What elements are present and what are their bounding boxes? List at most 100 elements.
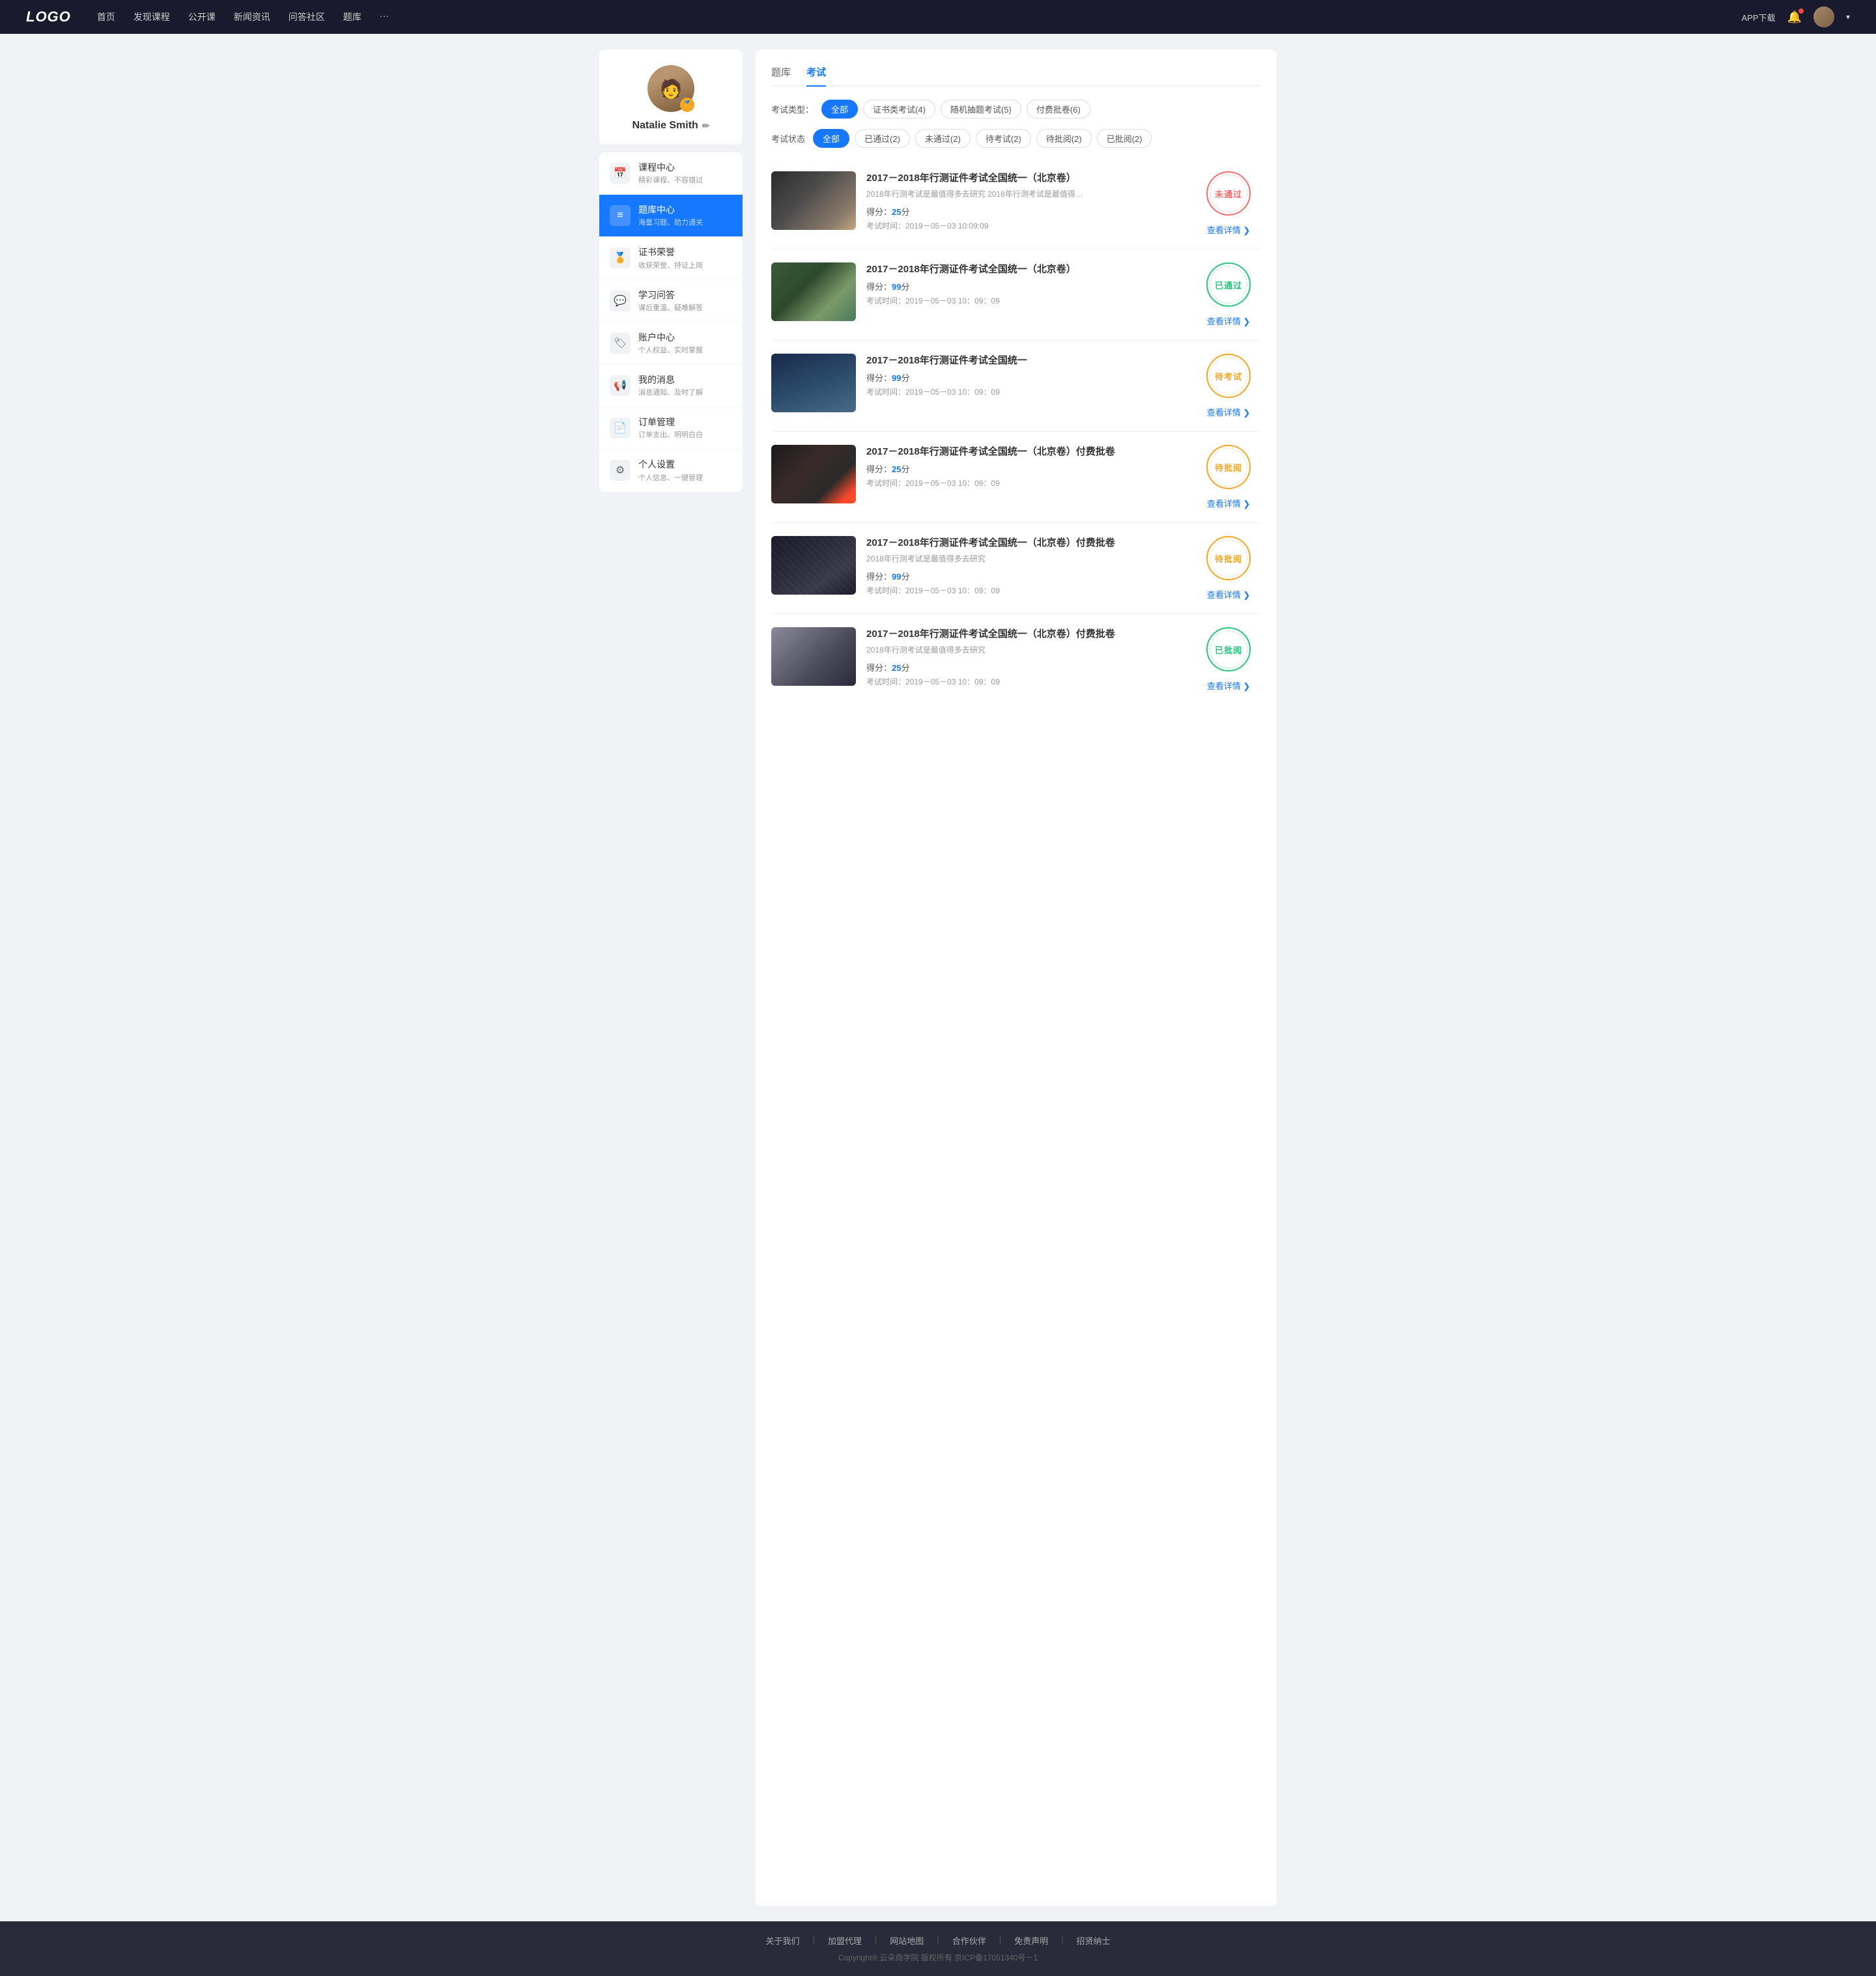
sidebar-item-settings[interactable]: ⚙ 个人设置 个人信息、一键管理 (599, 449, 743, 491)
sidebar-label-account: 账户中心 (638, 332, 732, 343)
sidebar-text-orders: 订单管理 订单支出、明明白白 (638, 416, 732, 440)
exam-right: 待批阅 查看详情 ❯ (1196, 445, 1261, 509)
exam-thumbnail (771, 536, 856, 595)
sidebar-label-question-bank: 题库中心 (638, 204, 732, 216)
profile-edit-icon[interactable]: ✏ (702, 120, 710, 132)
sidebar-text-qa: 学习问答 课后重温、疑难解答 (638, 289, 732, 313)
exam-status-stamp: 待批阅 (1206, 445, 1251, 489)
footer-separator: | (812, 1934, 814, 1947)
exam-detail-btn[interactable]: 查看详情 ❯ (1207, 315, 1251, 327)
avatar[interactable] (1813, 7, 1834, 27)
sidebar-item-orders[interactable]: 📄 订单管理 订单支出、明明白白 (599, 407, 743, 449)
sidebar-label-qa: 学习问答 (638, 289, 732, 301)
footer-link[interactable]: 加盟代理 (828, 1934, 862, 1947)
sidebar-icon-account: 🏷 (610, 333, 631, 354)
exam-thumbnail (771, 445, 856, 503)
main-container: 🧑 🏅 Natalie Smith ✏ 📅 课程中心 精彩课程、不容错过 ≡ 题… (586, 34, 1290, 1921)
exam-detail-btn[interactable]: 查看详情 ❯ (1207, 406, 1251, 418)
exam-thumbnail (771, 262, 856, 321)
logo[interactable]: LOGO (26, 8, 71, 25)
exam-item: 2017－2018年行测证件考试全国统一（北京卷）付费批卷 2018年行测考试是… (771, 614, 1261, 705)
exam-time: 考试时间：2019－05－03 10：09：09 (866, 676, 1186, 687)
tab-题库[interactable]: 题库 (771, 65, 791, 85)
score-value: 99 (892, 572, 901, 582)
footer-link[interactable]: 网站地图 (890, 1934, 924, 1947)
exam-time: 考试时间：2019－05－03 10：09：09 (866, 295, 1186, 306)
filter-status-tag[interactable]: 全部 (813, 129, 849, 148)
nav-link-新闻资讯[interactable]: 新闻资讯 (234, 10, 270, 23)
exam-item: 2017－2018年行测证件考试全国统一（北京卷） 得分：99分 考试时间：20… (771, 249, 1261, 341)
exam-score: 得分：25分 (866, 661, 1186, 673)
nav-link-···[interactable]: ··· (380, 10, 389, 23)
exam-title: 2017－2018年行测证件考试全国统一（北京卷）付费批卷 (866, 445, 1186, 459)
navbar: LOGO 首页 发现课程 公开课 新闻资讯 问答社区 题库 ··· APP下载 🔔 ▾ (0, 0, 1876, 34)
tab-考试[interactable]: 考试 (806, 65, 826, 85)
nav-link-问答社区[interactable]: 问答社区 (289, 10, 325, 23)
footer-separator: | (875, 1934, 877, 1947)
exam-title: 2017－2018年行测证件考试全国统一（北京卷）付费批卷 (866, 627, 1186, 641)
exam-detail-btn[interactable]: 查看详情 ❯ (1207, 223, 1251, 236)
footer-link[interactable]: 免责声明 (1014, 1934, 1048, 1947)
exam-desc: 2018年行测考试是最值得多去研究 (866, 645, 1088, 656)
sidebar-desc-settings: 个人信息、一键管理 (638, 472, 732, 483)
app-download-btn[interactable]: APP下载 (1742, 11, 1776, 23)
sidebar-item-question-bank[interactable]: ≡ 题库中心 海量习题、助力通关 (599, 195, 743, 237)
exam-title: 2017－2018年行测证件考试全国统一（北京卷） (866, 262, 1186, 276)
filter-type-tag[interactable]: 付费批卷(6) (1027, 100, 1090, 119)
filter-status-tag[interactable]: 待批阅(2) (1036, 129, 1092, 148)
content-tabs: 题库考试 (771, 65, 1261, 87)
footer-separator: | (937, 1934, 939, 1947)
nav-link-公开课[interactable]: 公开课 (188, 10, 216, 23)
exam-detail-btn[interactable]: 查看详情 ❯ (1207, 679, 1251, 692)
sidebar-text-settings: 个人设置 个人信息、一键管理 (638, 459, 732, 482)
score-value: 99 (892, 282, 901, 292)
exam-detail-btn[interactable]: 查看详情 ❯ (1207, 588, 1251, 600)
sidebar-item-messages[interactable]: 📢 我的消息 消息通知、及时了解 (599, 365, 743, 407)
nav-link-发现课程[interactable]: 发现课程 (134, 10, 170, 23)
exam-time: 考试时间：2019－05－03 10：09：09 (866, 477, 1186, 488)
filter-type-tags: 全部证书类考试(4) 随机抽题考试(5) 付费批卷(6) (821, 100, 1090, 119)
filter-status-tag[interactable]: 待考试(2) (976, 129, 1031, 148)
sidebar-icon-qa: 💬 (610, 290, 631, 311)
footer-link[interactable]: 关于我们 (765, 1934, 799, 1947)
exam-thumbnail (771, 627, 856, 686)
sidebar-desc-course-center: 精彩课程、不容错过 (638, 175, 732, 185)
footer-link[interactable]: 合作伙伴 (952, 1934, 986, 1947)
sidebar-item-course-center[interactable]: 📅 课程中心 精彩课程、不容错过 (599, 152, 743, 195)
filter-type-tag[interactable]: 证书类考试(4) (863, 100, 935, 119)
filter-status-tag[interactable]: 未通过(2) (915, 129, 971, 148)
sidebar-item-certificate[interactable]: 🏅 证书荣誉 收获荣誉、持证上岗 (599, 237, 743, 279)
sidebar-icon-course-center: 📅 (610, 163, 631, 184)
exam-status-stamp: 未通过 (1206, 171, 1251, 216)
exam-info: 2017－2018年行测证件考试全国统一（北京卷） 得分：99分 考试时间：20… (866, 262, 1186, 306)
footer-link[interactable]: 招贤纳士 (1077, 1934, 1111, 1947)
exam-right: 待批阅 查看详情 ❯ (1196, 536, 1261, 600)
sidebar-desc-qa: 课后重温、疑难解答 (638, 302, 732, 313)
nav-link-题库[interactable]: 题库 (343, 10, 362, 23)
footer-separator: | (999, 1934, 1001, 1947)
filter-status-tag[interactable]: 已批阅(2) (1097, 129, 1152, 148)
exam-score: 得分：25分 (866, 205, 1186, 218)
exam-status-stamp: 已通过 (1206, 262, 1251, 307)
filter-status-tag[interactable]: 已通过(2) (855, 129, 910, 148)
sidebar-item-qa[interactable]: 💬 学习问答 课后重温、疑难解答 (599, 280, 743, 322)
notification-dot (1798, 8, 1804, 14)
sidebar-item-account[interactable]: 🏷 账户中心 个人权益、实时掌握 (599, 322, 743, 365)
exam-title: 2017－2018年行测证件考试全国统一 (866, 354, 1186, 367)
exam-score: 得分：99分 (866, 570, 1186, 582)
profile-badge: 🏅 (680, 98, 694, 112)
footer-copyright: Copyright® 云朵商学院 版权所有 京ICP备17051340号－1 (13, 1952, 1863, 1963)
sidebar-desc-account: 个人权益、实时掌握 (638, 345, 732, 355)
nav-link-首页[interactable]: 首页 (97, 10, 115, 23)
notification-bell[interactable]: 🔔 (1787, 10, 1802, 24)
chevron-down-icon[interactable]: ▾ (1846, 12, 1850, 21)
exam-score: 得分：25分 (866, 462, 1186, 475)
filter-type-tag[interactable]: 全部 (821, 100, 858, 119)
filter-type-tag[interactable]: 随机抽题考试(5) (941, 100, 1021, 119)
exam-right: 待考试 查看详情 ❯ (1196, 354, 1261, 418)
sidebar-label-certificate: 证书荣誉 (638, 246, 732, 258)
exam-item: 2017－2018年行测证件考试全国统一（北京卷）付费批卷 得分：25分 考试时… (771, 432, 1261, 523)
exam-detail-btn[interactable]: 查看详情 ❯ (1207, 497, 1251, 509)
sidebar-label-messages: 我的消息 (638, 374, 732, 386)
footer-separator: | (1061, 1934, 1063, 1947)
